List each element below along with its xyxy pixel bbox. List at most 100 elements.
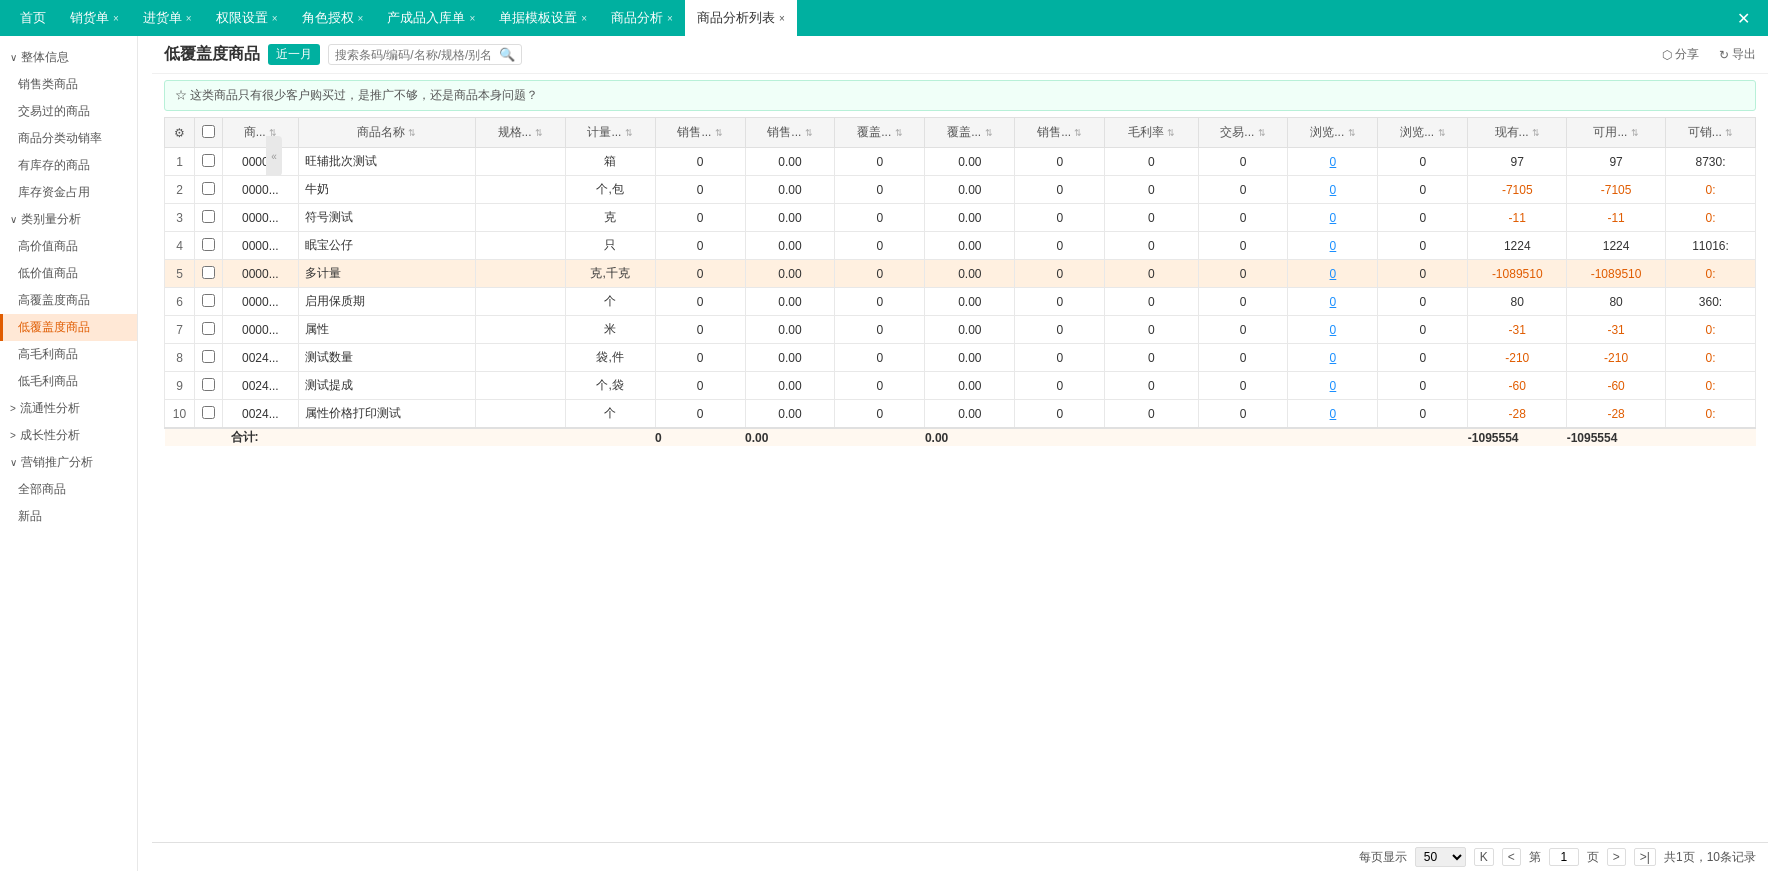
row-browse1[interactable]: 0 (1288, 344, 1378, 372)
th-transaction[interactable]: 交易... ⇅ (1198, 118, 1288, 148)
sidebar-item-high-coverage[interactable]: 高覆盖度商品 (0, 287, 137, 314)
th-gross-margin[interactable]: 毛利率 ⇅ (1105, 118, 1198, 148)
search-icon[interactable]: 🔍 (499, 47, 515, 62)
sidebar-item-stock-goods[interactable]: 有库存的商品 (0, 152, 137, 179)
close-icon[interactable]: × (779, 13, 785, 24)
close-icon[interactable]: × (113, 13, 119, 24)
share-button[interactable]: ⬡ 分享 (1662, 46, 1699, 63)
row-browse1[interactable]: 0 (1288, 288, 1378, 316)
th-available-stock[interactable]: 可用... ⇅ (1567, 118, 1666, 148)
th-spec[interactable]: 规格... ⇅ (475, 118, 565, 148)
row-browse1[interactable]: 0 (1288, 176, 1378, 204)
row-name[interactable]: 测试提成 (298, 372, 475, 400)
next-page-button[interactable]: > (1607, 848, 1626, 866)
th-settings[interactable]: ⚙ (165, 118, 195, 148)
row-name[interactable]: 牛奶 (298, 176, 475, 204)
nav-item-analysis[interactable]: 商品分析 × (599, 0, 685, 36)
sidebar-item-low-value[interactable]: 低价值商品 (0, 260, 137, 287)
row-browse1[interactable]: 0 (1288, 316, 1378, 344)
row-browse1[interactable]: 0 (1288, 148, 1378, 176)
sidebar-item-new-goods[interactable]: 新品 (0, 503, 137, 530)
th-cover1[interactable]: 覆盖... ⇅ (835, 118, 925, 148)
sidebar-item-sales-goods[interactable]: 销售类商品 (0, 71, 137, 98)
row-checkbox[interactable] (195, 176, 223, 204)
row-browse1[interactable]: 0 (1288, 232, 1378, 260)
period-button[interactable]: 近一月 (268, 44, 320, 65)
row-select-checkbox[interactable] (202, 322, 215, 335)
row-select-checkbox[interactable] (202, 266, 215, 279)
close-icon[interactable]: × (581, 13, 587, 24)
first-page-button[interactable]: K (1474, 848, 1494, 866)
export-button[interactable]: ↻ 导出 (1719, 46, 1756, 63)
row-browse1[interactable]: 0 (1288, 260, 1378, 288)
row-checkbox[interactable] (195, 372, 223, 400)
row-select-checkbox[interactable] (202, 378, 215, 391)
row-checkbox[interactable] (195, 316, 223, 344)
sidebar-item-traded-goods[interactable]: 交易过的商品 (0, 98, 137, 125)
close-icon[interactable]: × (358, 13, 364, 24)
th-name[interactable]: 商品名称 ⇅ (298, 118, 475, 148)
close-icon[interactable]: × (667, 13, 673, 24)
th-sales-count[interactable]: 销售... ⇅ (1015, 118, 1105, 148)
row-checkbox[interactable] (195, 344, 223, 372)
nav-item-production[interactable]: 产成品入库单 × (375, 0, 487, 36)
th-browse2[interactable]: 浏览... ⇅ (1378, 118, 1468, 148)
row-select-checkbox[interactable] (202, 154, 215, 167)
row-select-checkbox[interactable] (202, 182, 215, 195)
nav-item-roles[interactable]: 角色授权 × (290, 0, 376, 36)
prev-page-button[interactable]: < (1502, 848, 1521, 866)
row-name[interactable]: 眠宝公仔 (298, 232, 475, 260)
sidebar-section-circulation[interactable]: > 流通性分析 (0, 395, 137, 422)
row-name[interactable]: 启用保质期 (298, 288, 475, 316)
sidebar-section-overview[interactable]: ∨ 整体信息 (0, 44, 137, 71)
row-name[interactable]: 属性价格打印测试 (298, 400, 475, 429)
close-icon[interactable]: × (272, 13, 278, 24)
th-unit[interactable]: 计量... ⇅ (565, 118, 655, 148)
sidebar-item-high-margin[interactable]: 高毛利商品 (0, 341, 137, 368)
row-name[interactable]: 测试数量 (298, 344, 475, 372)
row-select-checkbox[interactable] (202, 238, 215, 251)
th-sellable[interactable]: 可销... ⇅ (1665, 118, 1755, 148)
sidebar-section-category[interactable]: ∨ 类别量分析 (0, 206, 137, 233)
select-all-checkbox[interactable] (202, 125, 215, 138)
row-select-checkbox[interactable] (202, 350, 215, 363)
row-checkbox[interactable] (195, 204, 223, 232)
row-checkbox[interactable] (195, 148, 223, 176)
sidebar-item-sales-rate[interactable]: 商品分类动销率 (0, 125, 137, 152)
nav-item-permissions[interactable]: 权限设置 × (204, 0, 290, 36)
last-page-button[interactable]: >| (1634, 848, 1656, 866)
row-checkbox[interactable] (195, 260, 223, 288)
row-checkbox[interactable] (195, 288, 223, 316)
th-code[interactable]: 商... ⇅ (223, 118, 299, 148)
sidebar-section-growth[interactable]: > 成长性分析 (0, 422, 137, 449)
th-cover2[interactable]: 覆盖... ⇅ (925, 118, 1015, 148)
row-browse1[interactable]: 0 (1288, 400, 1378, 429)
row-name[interactable]: 属性 (298, 316, 475, 344)
row-select-checkbox[interactable] (202, 406, 215, 419)
nav-item-purchase[interactable]: 进货单 × (131, 0, 204, 36)
sidebar-item-capital[interactable]: 库存资金占用 (0, 179, 137, 206)
nav-item-home[interactable]: 首页 (8, 0, 58, 36)
page-size-select[interactable]: 50 20 100 (1415, 847, 1466, 867)
row-name[interactable]: 旺辅批次测试 (298, 148, 475, 176)
search-input[interactable] (335, 48, 495, 62)
row-checkbox[interactable] (195, 232, 223, 260)
sidebar-item-high-value[interactable]: 高价值商品 (0, 233, 137, 260)
th-browse1[interactable]: 浏览... ⇅ (1288, 118, 1378, 148)
nav-item-sales[interactable]: 销货单 × (58, 0, 131, 36)
th-current-stock[interactable]: 现有... ⇅ (1468, 118, 1567, 148)
sidebar-collapse-button[interactable]: « (266, 136, 282, 176)
row-browse1[interactable]: 0 (1288, 204, 1378, 232)
row-browse1[interactable]: 0 (1288, 372, 1378, 400)
th-sales-qty[interactable]: 销售... ⇅ (655, 118, 745, 148)
nav-item-templates[interactable]: 单据模板设置 × (487, 0, 599, 36)
close-icon[interactable]: × (469, 13, 475, 24)
sidebar-item-low-coverage[interactable]: 低覆盖度商品 (0, 314, 137, 341)
row-checkbox[interactable] (195, 400, 223, 429)
data-table-container[interactable]: ⚙ 商... ⇅ 商品名称 ⇅ 规格... ⇅ 计量... ⇅ 销售... ⇅ … (164, 117, 1756, 842)
nav-item-analysis-list[interactable]: 商品分析列表 × (685, 0, 797, 36)
sidebar-item-all-goods[interactable]: 全部商品 (0, 476, 137, 503)
close-icon[interactable]: × (186, 13, 192, 24)
window-close-button[interactable]: ✕ (1727, 9, 1760, 28)
row-select-checkbox[interactable] (202, 210, 215, 223)
